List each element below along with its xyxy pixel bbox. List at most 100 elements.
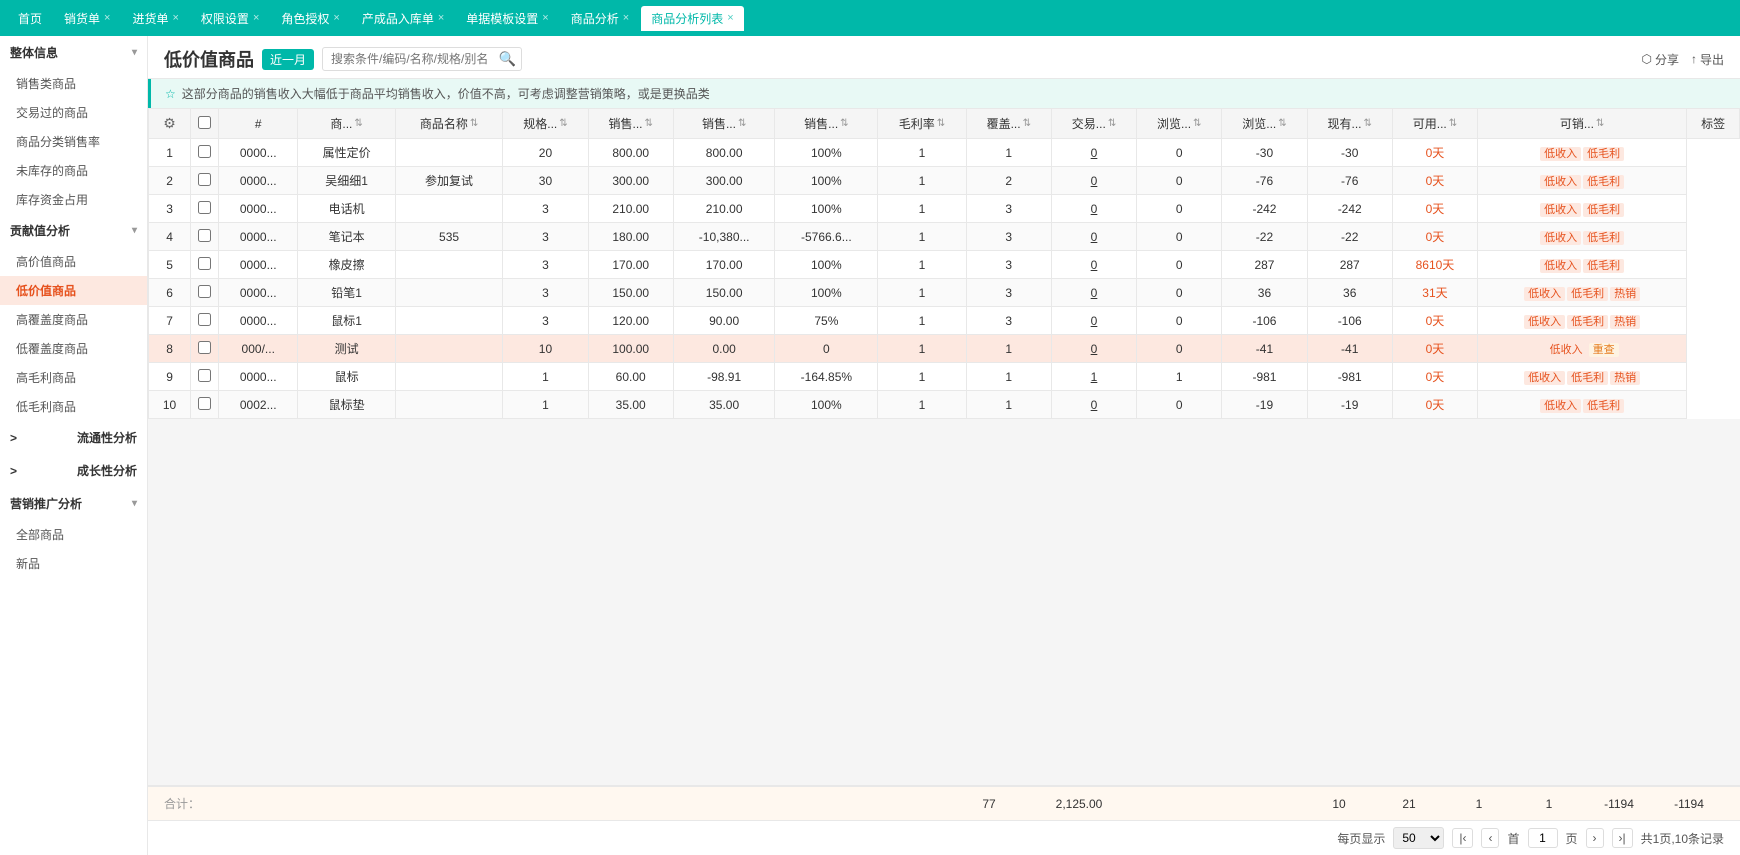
sidebar-group-marketing[interactable]: 营销推广分析 ▾ [0, 487, 147, 520]
sort-icon[interactable]: ⇅ [1023, 118, 1031, 129]
sidebar-item-low-value[interactable]: 低价值商品 [0, 276, 147, 305]
nav-product-analysis-list[interactable]: 商品分析列表 × [641, 6, 743, 31]
sidebar-item-high-margin[interactable]: 高毛利商品 [0, 363, 147, 392]
row-cell-browse1[interactable]: 0 [1051, 279, 1136, 307]
page-size-select[interactable]: 50 100 200 [1393, 827, 1444, 849]
sidebar-item-new-products[interactable]: 新品 [0, 549, 147, 578]
nav-sales[interactable]: 销货单 × [54, 6, 120, 31]
row-checkbox[interactable] [198, 397, 211, 410]
row-cell-checkbox[interactable] [191, 167, 219, 195]
sidebar-item-high-coverage[interactable]: 高覆盖度商品 [0, 305, 147, 334]
sort-icon[interactable]: ⇅ [937, 118, 945, 129]
row-cell-browse1[interactable]: 0 [1051, 139, 1136, 167]
close-icon[interactable]: × [438, 12, 444, 24]
sort-icon[interactable]: ⇅ [1108, 118, 1116, 129]
row-cell-name: 吴细细1 [298, 167, 395, 195]
row-checkbox[interactable] [198, 369, 211, 382]
export-button[interactable]: ↑ 导出 [1691, 51, 1724, 68]
close-icon[interactable]: × [333, 12, 339, 24]
sidebar-group-liquidity[interactable]: > 流通性分析 [0, 421, 147, 454]
nav-roles[interactable]: 角色授权 × [271, 6, 349, 31]
row-checkbox[interactable] [198, 145, 211, 158]
sidebar-item-low-coverage[interactable]: 低覆盖度商品 [0, 334, 147, 363]
row-cell-checkbox[interactable] [191, 335, 219, 363]
filter-tag-button[interactable]: 近一月 [262, 49, 314, 70]
first-page-button[interactable]: |‹ [1452, 828, 1473, 848]
row-cell-browse1[interactable]: 1 [1051, 363, 1136, 391]
row-cell-coverage: 1 [878, 223, 966, 251]
sort-icon[interactable]: ⇅ [354, 118, 362, 129]
row-cell-checkbox[interactable] [191, 363, 219, 391]
sidebar-item-high-value[interactable]: 高价值商品 [0, 247, 147, 276]
row-cell-name: 橡皮擦 [298, 251, 395, 279]
row-cell-browse1[interactable]: 0 [1051, 307, 1136, 335]
nav-products-in[interactable]: 产成品入库单 × [352, 6, 454, 31]
search-input[interactable] [322, 47, 522, 71]
row-cell-checkbox[interactable] [191, 391, 219, 419]
row-cell-checkbox[interactable] [191, 307, 219, 335]
settings-button[interactable]: ⚙ [163, 115, 176, 132]
row-cell-checkbox[interactable] [191, 279, 219, 307]
footer-sales-amount: 2,125.00 [1034, 797, 1124, 811]
sidebar-item-traded-products[interactable]: 交易过的商品 [0, 98, 147, 127]
close-icon[interactable]: × [172, 12, 178, 24]
row-checkbox[interactable] [198, 173, 211, 186]
row-cell-browse1[interactable]: 0 [1051, 335, 1136, 363]
row-cell-browse1[interactable]: 0 [1051, 167, 1136, 195]
sidebar-group-growth[interactable]: > 成长性分析 [0, 454, 147, 487]
sort-icon[interactable]: ⇅ [1278, 118, 1286, 129]
sidebar-group-contribution[interactable]: 贡献值分析 ▾ [0, 214, 147, 247]
close-icon[interactable]: × [542, 12, 548, 24]
row-checkbox[interactable] [198, 313, 211, 326]
prev-page-button[interactable]: ‹ [1481, 828, 1499, 848]
row-cell-checkbox[interactable] [191, 251, 219, 279]
row-checkbox[interactable] [198, 201, 211, 214]
sidebar-group-overall[interactable]: 整体信息 ▾ [0, 36, 147, 69]
row-cell-browse2: 0 [1137, 167, 1222, 195]
row-cell-browse1[interactable]: 0 [1051, 223, 1136, 251]
sort-icon[interactable]: ⇅ [470, 118, 478, 129]
sidebar-item-sales-products[interactable]: 销售类商品 [0, 69, 147, 98]
row-cell-checkbox[interactable] [191, 139, 219, 167]
close-icon[interactable]: × [623, 12, 629, 24]
select-all-checkbox[interactable] [198, 116, 211, 129]
next-page-button[interactable]: › [1586, 828, 1604, 848]
nav-purchase[interactable]: 进货单 × [122, 6, 188, 31]
sidebar-item-no-stock[interactable]: 未库存的商品 [0, 156, 147, 185]
row-checkbox[interactable] [198, 341, 211, 354]
nav-template[interactable]: 单据模板设置 × [456, 6, 558, 31]
col-settings[interactable]: ⚙ [149, 109, 191, 139]
row-cell-checkbox[interactable] [191, 195, 219, 223]
row-cell-browse1[interactable]: 0 [1051, 251, 1136, 279]
sort-icon[interactable]: ⇅ [738, 118, 746, 129]
close-icon[interactable]: × [104, 12, 110, 24]
sidebar-item-category-rate[interactable]: 商品分类销售率 [0, 127, 147, 156]
sort-icon[interactable]: ⇅ [1364, 118, 1372, 129]
sidebar-item-all-products[interactable]: 全部商品 [0, 520, 147, 549]
row-checkbox[interactable] [198, 229, 211, 242]
share-button[interactable]: ⬡ 分享 [1641, 51, 1679, 68]
sort-icon[interactable]: ⇅ [1193, 118, 1201, 129]
row-cell-browse1[interactable]: 0 [1051, 391, 1136, 419]
row-cell-browse1[interactable]: 0 [1051, 195, 1136, 223]
row-checkbox[interactable] [198, 285, 211, 298]
nav-home[interactable]: 首页 [8, 6, 52, 31]
sort-icon[interactable]: ⇅ [1596, 118, 1604, 129]
nav-permissions[interactable]: 权限设置 × [191, 6, 269, 31]
sidebar-item-low-margin[interactable]: 低毛利商品 [0, 392, 147, 421]
row-checkbox[interactable] [198, 257, 211, 270]
last-page-button[interactable]: ›| [1612, 828, 1633, 848]
row-cell-gross: 100% [775, 251, 878, 279]
sort-icon[interactable]: ⇅ [840, 118, 848, 129]
sidebar-item-capital[interactable]: 库存资金占用 [0, 185, 147, 214]
close-icon[interactable]: × [253, 12, 259, 24]
row-cell-coverage: 1 [878, 251, 966, 279]
close-icon[interactable]: × [727, 12, 733, 24]
table-container[interactable]: ⚙ # 商...⇅ 商品名称⇅ 规格...⇅ 销售...⇅ 销售...⇅ 销售.… [148, 108, 1740, 785]
page-number-input[interactable] [1528, 828, 1558, 848]
sort-icon[interactable]: ⇅ [645, 118, 653, 129]
sort-icon[interactable]: ⇅ [559, 118, 567, 129]
row-cell-checkbox[interactable] [191, 223, 219, 251]
nav-product-analysis[interactable]: 商品分析 × [561, 6, 639, 31]
sort-icon[interactable]: ⇅ [1449, 118, 1457, 129]
